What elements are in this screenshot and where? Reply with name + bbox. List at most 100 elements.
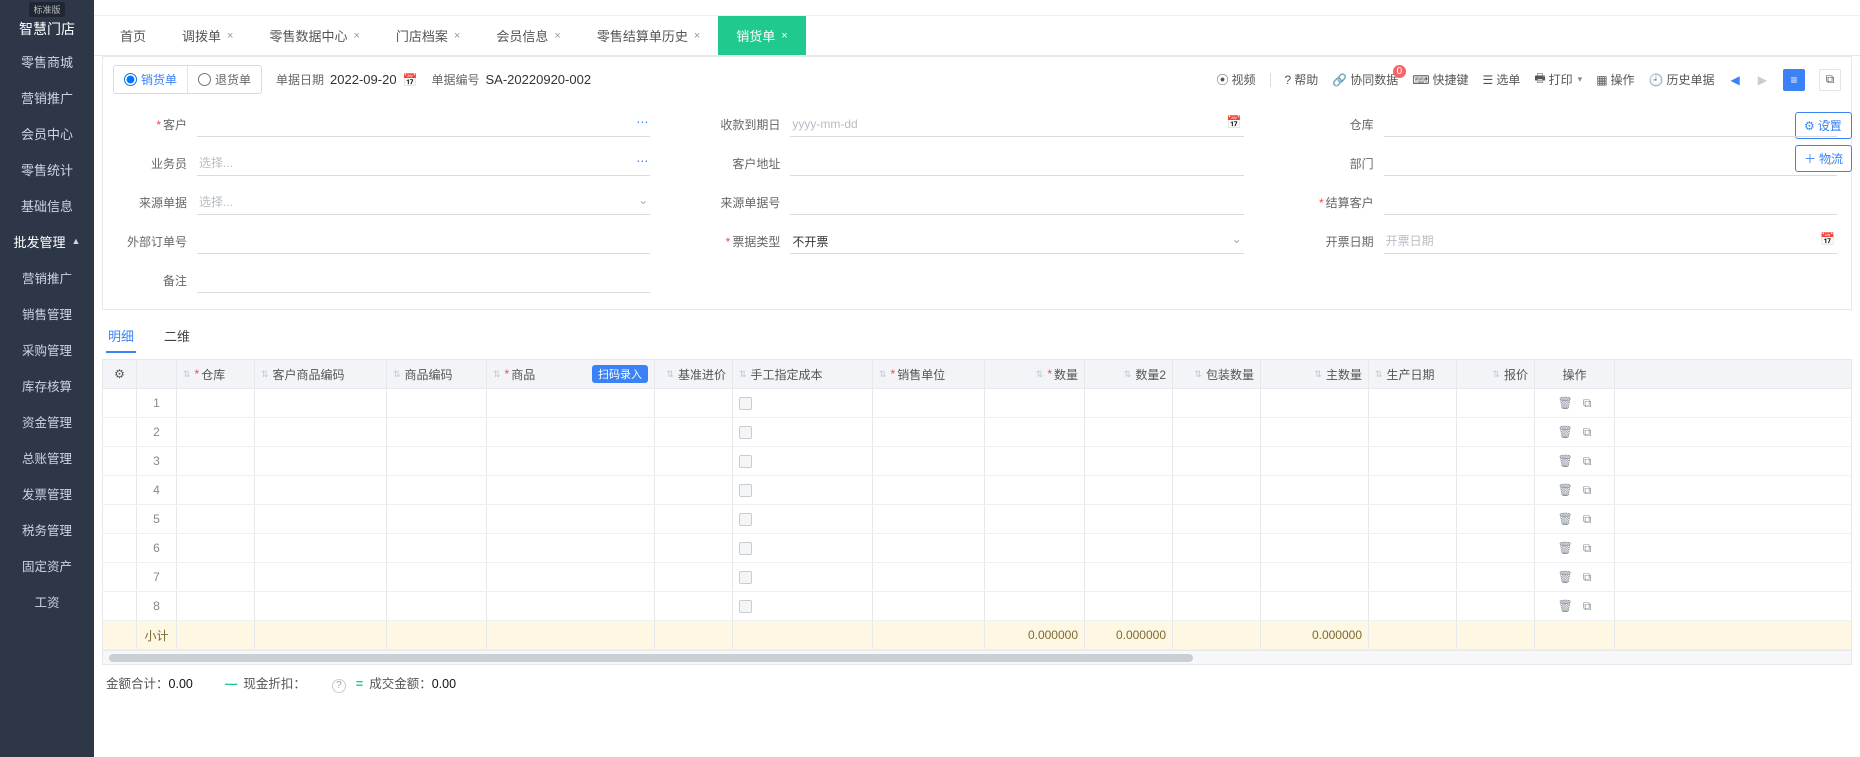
delete-icon[interactable]: 🗑 bbox=[1558, 541, 1573, 556]
extno-input[interactable] bbox=[197, 229, 650, 254]
sort-icon[interactable]: ⇅ bbox=[666, 370, 674, 378]
help-icon[interactable]: ? bbox=[332, 679, 346, 693]
chevron-down-icon[interactable]: ⌄ bbox=[638, 193, 648, 207]
sidebar-sub-fixed-assets[interactable]: 固定资产 bbox=[0, 547, 94, 583]
sidebar-sub-marketing[interactable]: 营销推广 bbox=[0, 259, 94, 295]
checkbox[interactable] bbox=[739, 397, 752, 410]
tab-settle-history[interactable]: 零售结算单历史× bbox=[579, 16, 718, 55]
invtype-input[interactable] bbox=[790, 229, 1243, 254]
checkbox[interactable] bbox=[739, 513, 752, 526]
next-icon[interactable]: ▶ bbox=[1756, 73, 1769, 87]
tab-detail[interactable]: 明细 bbox=[106, 320, 136, 353]
sort-icon[interactable]: ⇅ bbox=[1124, 370, 1132, 378]
srcno-input[interactable] bbox=[790, 190, 1243, 215]
col-manual-cost[interactable]: ⇅手工指定成本 bbox=[733, 360, 873, 388]
table-row[interactable]: 7🗑⧉ bbox=[103, 563, 1851, 592]
delete-icon[interactable]: 🗑 bbox=[1558, 599, 1573, 614]
customer-input[interactable] bbox=[197, 112, 650, 137]
delete-icon[interactable]: 🗑 bbox=[1558, 483, 1573, 498]
sidebar-sub-inventory[interactable]: 库存核算 bbox=[0, 367, 94, 403]
sort-icon[interactable]: ⇅ bbox=[493, 370, 501, 378]
table-row[interactable]: 8🗑⧉ bbox=[103, 592, 1851, 621]
ellipsis-icon[interactable]: ⋯ bbox=[1823, 115, 1835, 129]
sort-icon[interactable]: ⇅ bbox=[393, 370, 401, 378]
sidebar-item-wholesale[interactable]: 批发管理 bbox=[0, 223, 94, 259]
sidebar-item-retail-stats[interactable]: 零售统计 bbox=[0, 151, 94, 187]
ellipsis-icon[interactable]: ⋯ bbox=[636, 115, 648, 129]
tab-two-dim[interactable]: 二维 bbox=[162, 320, 192, 353]
copy-icon[interactable]: ⧉ bbox=[1583, 396, 1592, 411]
col-pack-qty[interactable]: ⇅包装数量 bbox=[1173, 360, 1261, 388]
calendar-icon[interactable]: 📅 bbox=[1227, 115, 1242, 129]
tab-home[interactable]: 首页 bbox=[102, 16, 164, 55]
col-base-price[interactable]: ⇅基准进价 bbox=[655, 360, 733, 388]
settlecust-input[interactable] bbox=[1384, 190, 1837, 215]
col-warehouse[interactable]: ⇅*仓库 bbox=[177, 360, 255, 388]
col-prod-code[interactable]: ⇅商品编码 bbox=[387, 360, 487, 388]
collab-button[interactable]: 🔗协同数据0 bbox=[1332, 71, 1398, 88]
sort-icon[interactable]: ⇅ bbox=[1036, 370, 1044, 378]
sort-icon[interactable]: ⇅ bbox=[739, 370, 747, 378]
sidebar-sub-invoice[interactable]: 发票管理 bbox=[0, 475, 94, 511]
tab-store-archive[interactable]: 门店档案× bbox=[378, 16, 478, 55]
table-row[interactable]: 5🗑⧉ bbox=[103, 505, 1851, 534]
col-qty[interactable]: ⇅*数量 bbox=[985, 360, 1085, 388]
copy-icon[interactable]: ⧉ bbox=[1583, 454, 1592, 469]
checkbox[interactable] bbox=[739, 600, 752, 613]
select-button[interactable]: ☰选单 bbox=[1483, 71, 1521, 88]
sidebar-sub-ledger[interactable]: 总账管理 bbox=[0, 439, 94, 475]
sidebar-sub-tax[interactable]: 税务管理 bbox=[0, 511, 94, 547]
close-icon[interactable]: × bbox=[694, 30, 700, 42]
shortcut-button[interactable]: ⌨快捷键 bbox=[1412, 71, 1468, 88]
table-row[interactable]: 3🗑⧉ bbox=[103, 447, 1851, 476]
prev-icon[interactable]: ◀ bbox=[1729, 73, 1742, 87]
horizontal-scrollbar[interactable] bbox=[103, 650, 1851, 664]
view-list-button[interactable]: ≡ bbox=[1783, 69, 1805, 91]
delete-icon[interactable]: 🗑 bbox=[1558, 512, 1573, 527]
chevron-down-icon[interactable]: ⌄ bbox=[1232, 232, 1242, 246]
sort-icon[interactable]: ⇅ bbox=[183, 370, 191, 378]
chevron-down-icon[interactable]: ⌄ bbox=[1825, 154, 1835, 168]
sidebar-item-marketing-promo[interactable]: 营销推广 bbox=[0, 79, 94, 115]
col-qty2[interactable]: ⇅数量2 bbox=[1085, 360, 1173, 388]
calendar-icon[interactable]: 📅 bbox=[403, 73, 418, 87]
view-tree-button[interactable]: ⧉ bbox=[1819, 69, 1841, 91]
sort-icon[interactable]: ⇅ bbox=[261, 370, 269, 378]
remark-input[interactable] bbox=[197, 268, 650, 293]
doc-date-value[interactable]: 2022-09-20 bbox=[330, 72, 397, 87]
tab-member-info[interactable]: 会员信息× bbox=[478, 16, 578, 55]
delete-icon[interactable]: 🗑 bbox=[1558, 425, 1573, 440]
checkbox[interactable] bbox=[739, 571, 752, 584]
table-row[interactable]: 1🗑⧉ bbox=[103, 389, 1851, 418]
sort-icon[interactable]: ⇅ bbox=[1194, 370, 1202, 378]
tab-retail-data[interactable]: 零售数据中心× bbox=[251, 16, 377, 55]
col-quote-price[interactable]: ⇅报价 bbox=[1457, 360, 1535, 388]
close-icon[interactable]: × bbox=[554, 30, 560, 42]
history-button[interactable]: 🕘历史单据 bbox=[1649, 71, 1715, 88]
close-icon[interactable]: × bbox=[353, 30, 359, 42]
table-row[interactable]: 2🗑⧉ bbox=[103, 418, 1851, 447]
warehouse-input[interactable] bbox=[1384, 112, 1837, 137]
sidebar-item-basic-info[interactable]: 基础信息 bbox=[0, 187, 94, 223]
invdate-input[interactable] bbox=[1384, 229, 1837, 254]
radio-sale[interactable]: 销货单 bbox=[114, 66, 187, 93]
checkbox[interactable] bbox=[739, 484, 752, 497]
ellipsis-icon[interactable]: ⋯ bbox=[636, 154, 648, 168]
checkbox[interactable] bbox=[739, 455, 752, 468]
sidebar-item-retail-mall[interactable]: 零售商城 bbox=[0, 43, 94, 79]
delete-icon[interactable]: 🗑 bbox=[1558, 396, 1573, 411]
copy-icon[interactable]: ⧉ bbox=[1583, 541, 1592, 556]
checkbox[interactable] bbox=[739, 542, 752, 555]
sidebar-sub-funds[interactable]: 资金管理 bbox=[0, 403, 94, 439]
col-cust-code[interactable]: ⇅客户商品编码 bbox=[255, 360, 387, 388]
radio-input[interactable] bbox=[124, 73, 137, 86]
copy-icon[interactable]: ⧉ bbox=[1583, 483, 1592, 498]
addr-input[interactable] bbox=[790, 151, 1243, 176]
gear-column[interactable]: ⚙ bbox=[103, 360, 137, 388]
col-main-qty[interactable]: ⇅主数量 bbox=[1261, 360, 1369, 388]
sidebar-sub-purchase[interactable]: 采购管理 bbox=[0, 331, 94, 367]
close-icon[interactable]: × bbox=[227, 30, 233, 42]
calendar-icon[interactable]: 📅 bbox=[1820, 232, 1835, 246]
col-sale-unit[interactable]: ⇅*销售单位 bbox=[873, 360, 985, 388]
copy-icon[interactable]: ⧉ bbox=[1583, 599, 1592, 614]
